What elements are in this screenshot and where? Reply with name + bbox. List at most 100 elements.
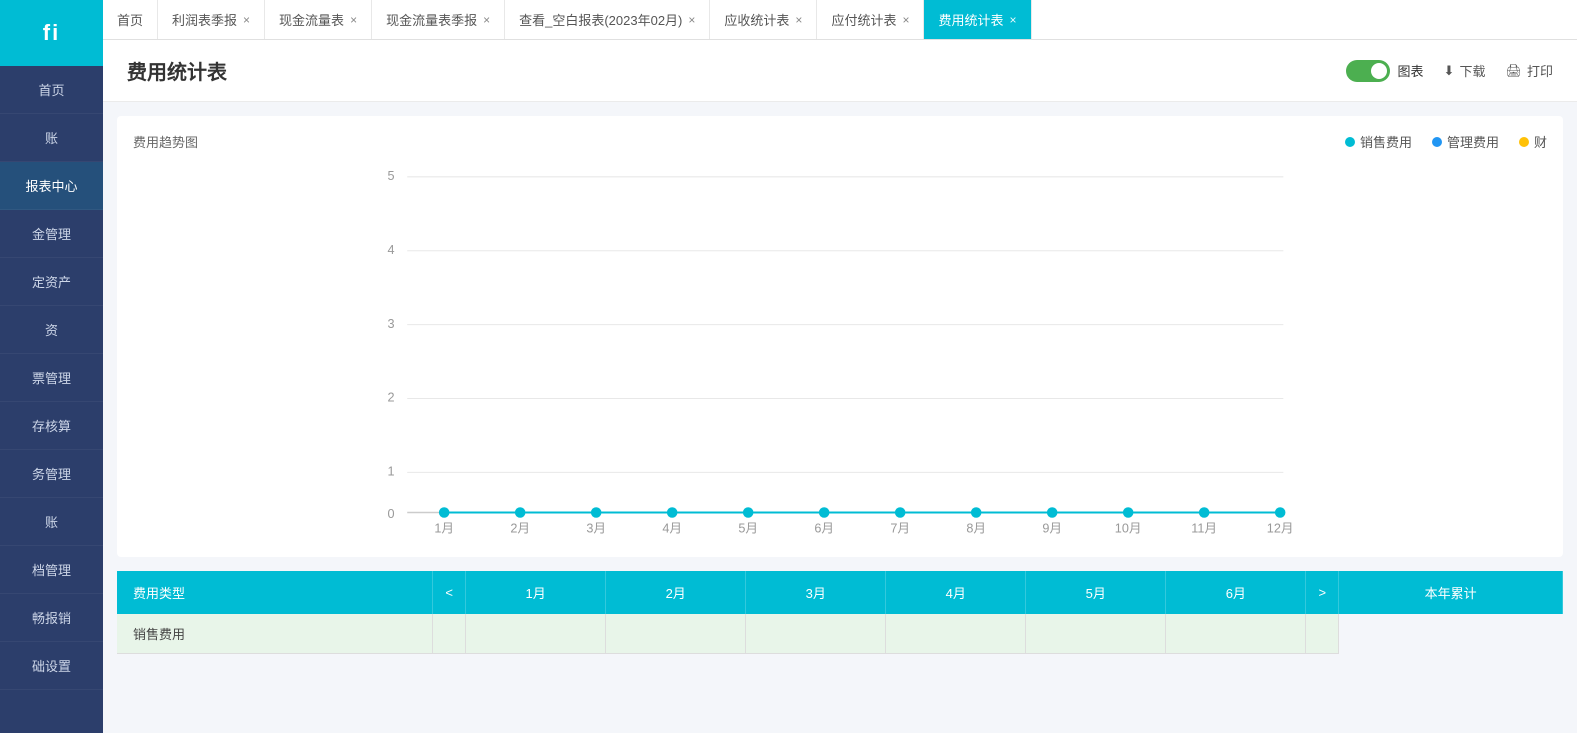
col-m4: 4月 bbox=[886, 571, 1026, 614]
svg-text:4月: 4月 bbox=[662, 522, 682, 536]
tab-expense-stats[interactable]: 费用统计表 × bbox=[924, 0, 1031, 39]
tab-view-blank[interactable]: 查看_空白报表(2023年02月) × bbox=[505, 0, 710, 39]
expense-table: 费用类型 < 1月 2月 3月 4月 5月 6月 > 本年累计 bbox=[117, 571, 1563, 654]
app-logo: fi bbox=[0, 0, 103, 66]
row-m4 bbox=[746, 614, 886, 654]
sidebar-item-smooth-cancel[interactable]: 畅报销 bbox=[0, 594, 103, 642]
chart-toggle[interactable] bbox=[1346, 60, 1390, 82]
legend-item-finance: 财 bbox=[1519, 132, 1547, 151]
tab-expense-stats-close[interactable]: × bbox=[1009, 13, 1016, 27]
chart-toggle-label: 图表 bbox=[1398, 61, 1424, 80]
chart-header: 费用趋势图 销售费用 管理费用 财 bbox=[133, 132, 1547, 151]
print-button[interactable]: 🖨 打印 bbox=[1505, 61, 1553, 80]
chart-legend: 销售费用 管理费用 财 bbox=[1345, 132, 1547, 151]
tab-cashflow-label: 现金流量表 bbox=[279, 10, 344, 29]
tab-profit-report[interactable]: 利润表季报 × bbox=[158, 0, 265, 39]
svg-text:5月: 5月 bbox=[738, 522, 758, 536]
svg-text:3月: 3月 bbox=[586, 522, 606, 536]
row-m3 bbox=[606, 614, 746, 654]
download-label: 下载 bbox=[1459, 61, 1485, 80]
chart-svg: 5 4 3 2 1 0 1月 2月 3月 bbox=[133, 161, 1547, 541]
tab-payable[interactable]: 应付统计表 × bbox=[817, 0, 924, 39]
tab-view-blank-label: 查看_空白报表(2023年02月) bbox=[519, 10, 682, 29]
row-m6 bbox=[1026, 614, 1166, 654]
svg-text:9月: 9月 bbox=[1042, 522, 1062, 536]
row-m2 bbox=[466, 614, 606, 654]
tab-bar: 首页 利润表季报 × 现金流量表 × 现金流量表季报 × 查看_空白报表(202… bbox=[103, 0, 1577, 40]
download-icon: ⬇ bbox=[1444, 63, 1455, 79]
svg-text:1: 1 bbox=[388, 465, 395, 479]
tab-receivable[interactable]: 应收统计表 × bbox=[710, 0, 817, 39]
legend-item-sales: 销售费用 bbox=[1345, 132, 1412, 151]
sidebar-item-report-center[interactable]: 报表中心 bbox=[0, 162, 103, 210]
svg-text:2月: 2月 bbox=[510, 522, 530, 536]
chart-section: 费用趋势图 销售费用 管理费用 财 bbox=[117, 116, 1563, 557]
print-label: 打印 bbox=[1527, 61, 1553, 80]
sidebar-item-fund-mgmt[interactable]: 金管理 bbox=[0, 210, 103, 258]
svg-text:7月: 7月 bbox=[890, 522, 910, 536]
tab-profit-report-close[interactable]: × bbox=[243, 13, 250, 27]
table-row: 销售费用 bbox=[117, 614, 1563, 654]
chart-container: 5 4 3 2 1 0 1月 2月 3月 bbox=[133, 161, 1547, 541]
sidebar-item-account[interactable]: 账 bbox=[0, 114, 103, 162]
sidebar-item-inventory[interactable]: 存核算 bbox=[0, 402, 103, 450]
legend-dot-sales bbox=[1345, 137, 1355, 147]
svg-text:1月: 1月 bbox=[434, 522, 454, 536]
row-m1 bbox=[433, 614, 466, 654]
tab-view-blank-close[interactable]: × bbox=[688, 13, 695, 27]
legend-label-finance: 财 bbox=[1534, 132, 1547, 151]
sidebar-item-basic-settings[interactable]: 础设置 bbox=[0, 642, 103, 690]
sidebar-item-fixed-assets[interactable]: 定资产 bbox=[0, 258, 103, 306]
col-nav-next[interactable]: > bbox=[1306, 571, 1339, 614]
sidebar-item-home[interactable]: 首页 bbox=[0, 66, 103, 114]
chart-title: 费用趋势图 bbox=[133, 132, 198, 151]
page-header: 费用统计表 图表 ⬇ 下载 🖨 打印 bbox=[103, 40, 1577, 102]
row-ytd bbox=[1166, 614, 1306, 654]
col-m2: 2月 bbox=[606, 571, 746, 614]
legend-dot-admin bbox=[1432, 137, 1442, 147]
print-icon: 🖨 bbox=[1505, 63, 1522, 79]
sidebar: fi 首页 账 报表中心 金管理 定资产 资 票管理 存核算 务管理 账 档管理… bbox=[0, 0, 103, 733]
page-content: 费用统计表 图表 ⬇ 下载 🖨 打印 费用趋势图 bbox=[103, 40, 1577, 733]
tab-receivable-close[interactable]: × bbox=[795, 13, 802, 27]
legend-label-sales: 销售费用 bbox=[1360, 132, 1412, 151]
svg-text:5: 5 bbox=[388, 169, 395, 183]
data-table-section: 费用类型 < 1月 2月 3月 4月 5月 6月 > 本年累计 bbox=[117, 571, 1563, 654]
col-m5: 5月 bbox=[1026, 571, 1166, 614]
col-expense-type: 费用类型 bbox=[117, 571, 433, 614]
tab-home[interactable]: 首页 bbox=[103, 0, 158, 39]
tab-receivable-label: 应收统计表 bbox=[724, 10, 789, 29]
tab-payable-close[interactable]: × bbox=[902, 13, 909, 27]
svg-text:3: 3 bbox=[388, 317, 395, 331]
tab-expense-stats-label: 费用统计表 bbox=[938, 10, 1003, 29]
tab-cashflow-close[interactable]: × bbox=[350, 13, 357, 27]
svg-text:11月: 11月 bbox=[1191, 522, 1217, 536]
header-actions: 图表 ⬇ 下载 🖨 打印 bbox=[1346, 60, 1553, 82]
tab-cashflow[interactable]: 现金流量表 × bbox=[265, 0, 372, 39]
col-nav-prev[interactable]: < bbox=[433, 571, 466, 614]
chart-toggle-wrap: 图表 bbox=[1346, 60, 1424, 82]
legend-label-admin: 管理费用 bbox=[1447, 132, 1499, 151]
sidebar-item-archive-mgmt[interactable]: 档管理 bbox=[0, 546, 103, 594]
svg-text:12月: 12月 bbox=[1267, 522, 1294, 536]
sidebar-item-service-mgmt[interactable]: 务管理 bbox=[0, 450, 103, 498]
row-type: 销售费用 bbox=[117, 614, 433, 654]
col-m6: 6月 bbox=[1166, 571, 1306, 614]
sidebar-item-debt[interactable]: 账 bbox=[0, 498, 103, 546]
row-m5 bbox=[886, 614, 1026, 654]
col-ytd: 本年累计 bbox=[1339, 571, 1563, 614]
page-title: 费用统计表 bbox=[127, 56, 227, 85]
col-m1: 1月 bbox=[466, 571, 606, 614]
table-header-row: 费用类型 < 1月 2月 3月 4月 5月 6月 > 本年累计 bbox=[117, 571, 1563, 614]
sidebar-item-ticket-mgmt[interactable]: 票管理 bbox=[0, 354, 103, 402]
download-button[interactable]: ⬇ 下载 bbox=[1444, 61, 1486, 80]
tab-home-label: 首页 bbox=[117, 10, 143, 29]
sidebar-item-capital[interactable]: 资 bbox=[0, 306, 103, 354]
svg-text:2: 2 bbox=[388, 391, 395, 405]
col-m3: 3月 bbox=[746, 571, 886, 614]
tab-cashflow-quarterly[interactable]: 现金流量表季报 × bbox=[372, 0, 505, 39]
tab-payable-label: 应付统计表 bbox=[831, 10, 896, 29]
tab-cashflow-quarterly-close[interactable]: × bbox=[483, 13, 490, 27]
main-area: 首页 利润表季报 × 现金流量表 × 现金流量表季报 × 查看_空白报表(202… bbox=[103, 0, 1577, 733]
svg-text:6月: 6月 bbox=[814, 522, 834, 536]
